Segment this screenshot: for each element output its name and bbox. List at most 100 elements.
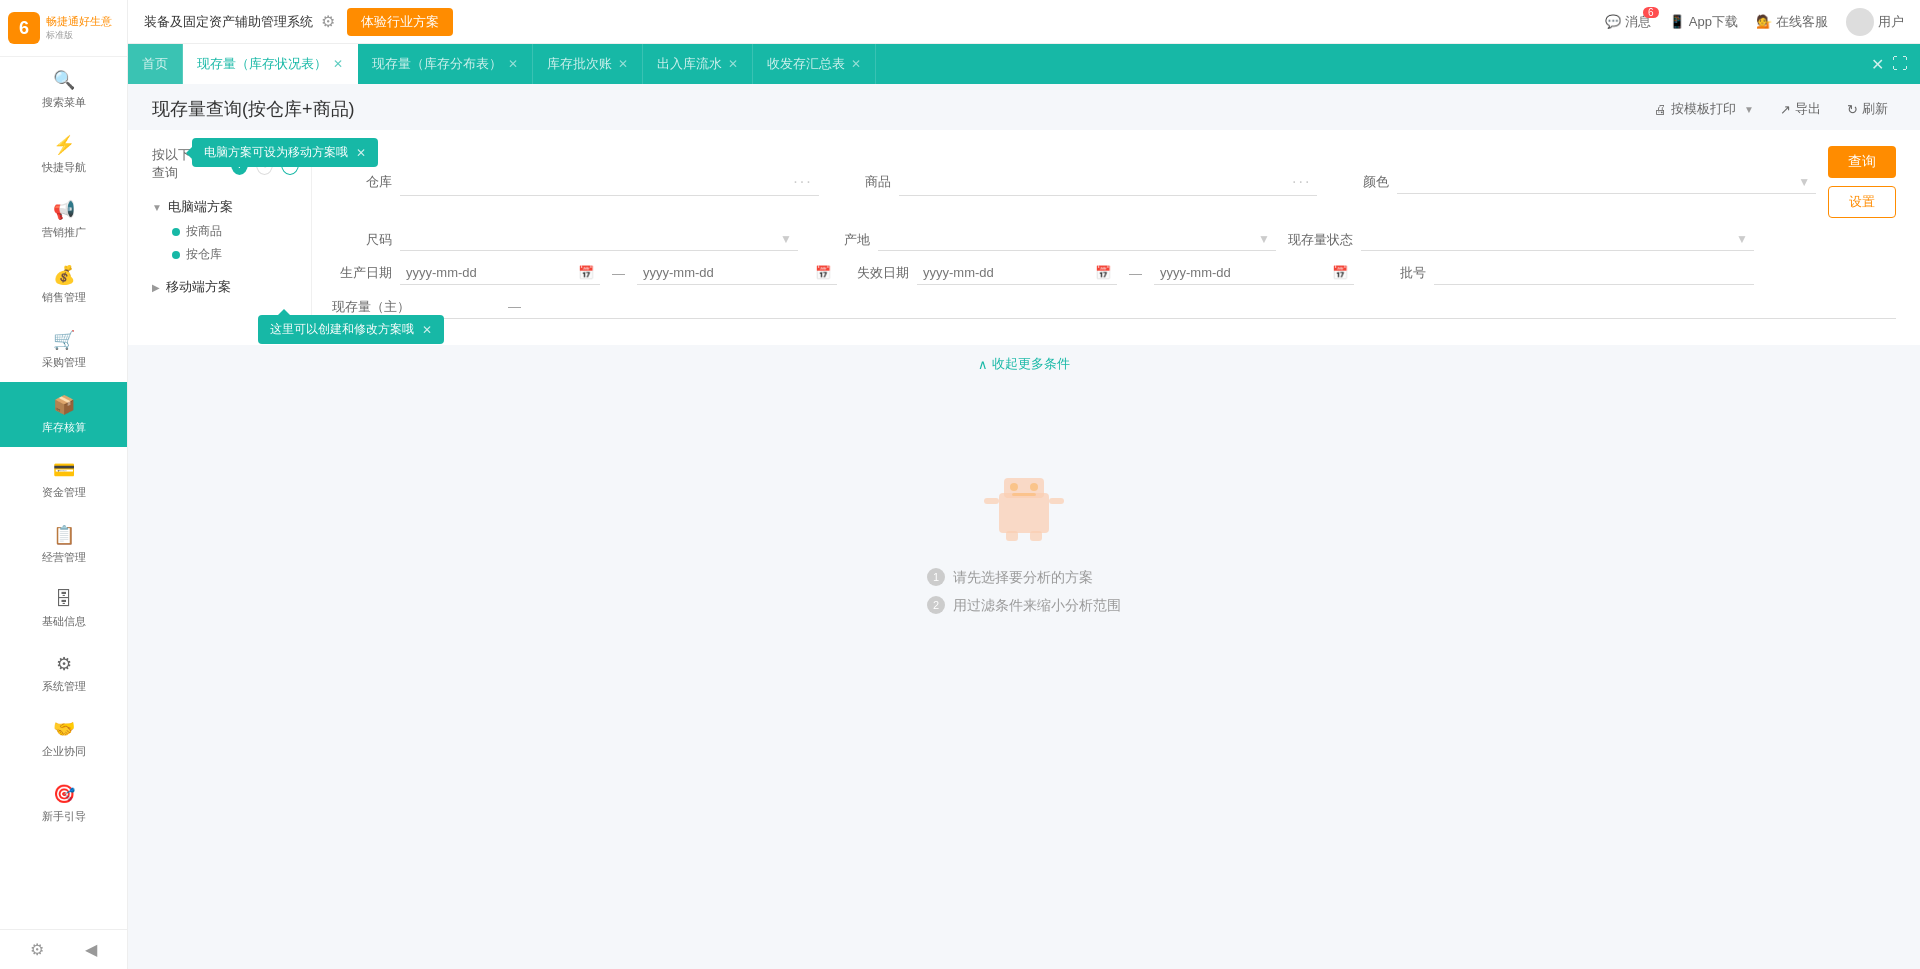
trial-btn[interactable]: 体验行业方案 bbox=[347, 8, 453, 36]
tab-close-all-btn[interactable]: ✕ bbox=[1871, 55, 1884, 74]
top-header: 装备及固定资产辅助管理系统 ⚙ 体验行业方案 💬 消息 6 📱 App下载 💁 … bbox=[128, 0, 1920, 44]
stock-qty-max[interactable] bbox=[525, 299, 605, 314]
warehouse-dots[interactable]: ··· bbox=[793, 173, 812, 191]
sidebar-nav: 🔍 搜索菜单 ⚡ 快捷导航 📢 营销推广 💰 销售管理 🛒 采购管理 📦 bbox=[0, 57, 127, 929]
sidebar-item-inventory[interactable]: 📦 库存核算 bbox=[0, 382, 127, 447]
stock-qty-label: 现存量（主） bbox=[332, 298, 410, 316]
product-dots[interactable]: ··· bbox=[1292, 173, 1311, 191]
sidebar-item-finance[interactable]: 💳 资金管理 bbox=[0, 447, 127, 512]
enterprise-icon: 🤝 bbox=[53, 718, 75, 740]
expiry-date-start[interactable] bbox=[923, 265, 1091, 280]
scheme-desktop[interactable]: ▼ 电脑端方案 bbox=[152, 194, 299, 220]
sidebar-item-marketing[interactable]: 📢 营销推广 bbox=[0, 187, 127, 252]
svg-point-2 bbox=[1010, 483, 1018, 491]
filter-row-1: 仓库 ··· 商品 ··· bbox=[332, 146, 1896, 218]
filter-area: 按以下方案查询 + ↻ ← 电脑方案可设为移动方案哦 ✕ ▼ bbox=[128, 130, 1920, 345]
operations-icon: 📋 bbox=[53, 524, 75, 546]
field-product: 商品 ··· bbox=[831, 169, 1318, 196]
stock-qty-min[interactable] bbox=[424, 299, 504, 314]
scheme-mobile[interactable]: ▶ 移动端方案 bbox=[152, 274, 299, 300]
collapse-sidebar-btn[interactable]: ◀ bbox=[85, 940, 97, 959]
tab-inventory-status[interactable]: 现存量（库存状况表） ✕ bbox=[183, 44, 358, 84]
tab-batch-account[interactable]: 库存批次账 ✕ bbox=[533, 44, 643, 84]
svg-rect-5 bbox=[984, 498, 999, 504]
production-date-end-icon[interactable]: 📅 bbox=[815, 265, 831, 280]
finance-icon: 💳 bbox=[53, 459, 75, 481]
field-size: 尺码 ▼ bbox=[332, 228, 798, 251]
phone-icon: 📱 bbox=[1669, 14, 1685, 29]
production-date-end[interactable] bbox=[643, 265, 811, 280]
field-production-date: 生产日期 📅 — 📅 bbox=[332, 261, 837, 285]
content-area: 现存量查询(按仓库+商品) 🖨 按模板打印 ▼ ↗ 导出 ↻ 刷新 bbox=[128, 84, 1920, 969]
production-date-icon[interactable]: 📅 bbox=[578, 265, 594, 280]
svg-rect-6 bbox=[1049, 498, 1064, 504]
tab-close-batch-account[interactable]: ✕ bbox=[618, 57, 628, 71]
scheme-tooltip2-close[interactable]: ✕ bbox=[422, 323, 432, 337]
batch-input[interactable] bbox=[1440, 265, 1748, 280]
tab-receive-summary[interactable]: 收发存汇总表 ✕ bbox=[753, 44, 876, 84]
field-color: 颜色 ▼ bbox=[1329, 171, 1816, 194]
tab-close-inventory-status[interactable]: ✕ bbox=[333, 57, 343, 71]
sidebar-item-purchase[interactable]: 🛒 采购管理 bbox=[0, 317, 127, 382]
print-dropdown-icon: ▼ bbox=[1744, 104, 1754, 115]
expiry-date-end-icon[interactable]: 📅 bbox=[1332, 265, 1348, 280]
tab-inventory-dist[interactable]: 现存量（库存分布表） ✕ bbox=[358, 44, 533, 84]
messages-btn[interactable]: 💬 消息 6 bbox=[1605, 13, 1651, 31]
system-icon: ⚙ bbox=[56, 653, 72, 675]
color-chevron[interactable]: ▼ bbox=[1798, 175, 1810, 189]
field-origin: 产地 ▼ bbox=[810, 228, 1276, 251]
expiry-date-icon[interactable]: 📅 bbox=[1095, 265, 1111, 280]
app-download-btn[interactable]: 📱 App下载 bbox=[1669, 13, 1738, 31]
svg-rect-8 bbox=[1030, 531, 1042, 541]
production-date-start[interactable] bbox=[406, 265, 574, 280]
field-batch: 批号 bbox=[1366, 261, 1754, 285]
system-settings-btn[interactable]: ⚙ bbox=[321, 12, 335, 31]
message-badge: 6 bbox=[1643, 7, 1659, 18]
scheme-tooltip-close[interactable]: ✕ bbox=[356, 146, 366, 160]
search-btn[interactable]: 查询 bbox=[1828, 146, 1896, 178]
sidebar-item-search[interactable]: 🔍 搜索菜单 bbox=[0, 57, 127, 122]
scheme-dot-1 bbox=[172, 228, 180, 236]
sidebar-item-operations[interactable]: 📋 经营管理 bbox=[0, 512, 127, 577]
sidebar-item-guide[interactable]: 🎯 新手引导 bbox=[0, 771, 127, 836]
size-chevron[interactable]: ▼ bbox=[780, 232, 792, 246]
tab-close-inout-flow[interactable]: ✕ bbox=[728, 57, 738, 71]
stock-status-label: 现存量状态 bbox=[1288, 231, 1353, 249]
sidebar-item-system[interactable]: ⚙ 系统管理 bbox=[0, 641, 127, 706]
svg-rect-4 bbox=[1012, 493, 1036, 496]
field-expiry-date: 失效日期 📅 — 📅 bbox=[849, 261, 1354, 285]
online-support-btn[interactable]: 💁 在线客服 bbox=[1756, 13, 1828, 31]
sidebar-item-quicknav[interactable]: ⚡ 快捷导航 bbox=[0, 122, 127, 187]
user-btn[interactable]: 用户 bbox=[1846, 8, 1904, 36]
stock-qty-dash: — bbox=[508, 299, 521, 314]
search-reset-btns: 查询 设置 bbox=[1828, 146, 1896, 218]
expiry-date-end[interactable] bbox=[1160, 265, 1328, 280]
tab-expand-btn[interactable]: ⛶ bbox=[1892, 55, 1908, 73]
sidebar-item-sales[interactable]: 💰 销售管理 bbox=[0, 252, 127, 317]
scheme-by-warehouse[interactable]: 按仓库 bbox=[172, 243, 299, 266]
logo-icon: 6 bbox=[8, 12, 40, 44]
batch-label: 批号 bbox=[1366, 264, 1426, 282]
scheme-by-product[interactable]: 按商品 bbox=[172, 220, 299, 243]
tab-close-inventory-dist[interactable]: ✕ bbox=[508, 57, 518, 71]
tab-inout-flow[interactable]: 出入库流水 ✕ bbox=[643, 44, 753, 84]
tab-home[interactable]: 首页 bbox=[128, 44, 183, 84]
export-btn[interactable]: ↗ 导出 bbox=[1772, 96, 1829, 122]
print-btn[interactable]: 🖨 按模板打印 ▼ bbox=[1646, 96, 1762, 122]
reset-btn[interactable]: 设置 bbox=[1828, 186, 1896, 218]
sidebar-item-enterprise[interactable]: 🤝 企业协同 bbox=[0, 706, 127, 771]
empty-num-1: 1 bbox=[927, 568, 945, 586]
collapse-btn[interactable]: ∧ 收起更多条件 bbox=[128, 345, 1920, 383]
empty-icon bbox=[974, 463, 1074, 543]
filter-row-3: 生产日期 📅 — 📅 失效日期 bbox=[332, 261, 1896, 285]
sidebar-item-basic[interactable]: 🗄 基础信息 bbox=[0, 577, 127, 641]
export-icon: ↗ bbox=[1780, 102, 1791, 117]
system-title-wrapper: 装备及固定资产辅助管理系统 ⚙ bbox=[144, 12, 335, 31]
field-stock-qty: 现存量（主） — bbox=[332, 295, 1896, 319]
tab-close-receive-summary[interactable]: ✕ bbox=[851, 57, 861, 71]
settings-footer-btn[interactable]: ⚙ bbox=[30, 940, 44, 959]
stock-status-chevron[interactable]: ▼ bbox=[1736, 232, 1748, 246]
refresh-btn[interactable]: ↻ 刷新 bbox=[1839, 96, 1896, 122]
origin-chevron[interactable]: ▼ bbox=[1258, 232, 1270, 246]
color-label: 颜色 bbox=[1329, 173, 1389, 191]
